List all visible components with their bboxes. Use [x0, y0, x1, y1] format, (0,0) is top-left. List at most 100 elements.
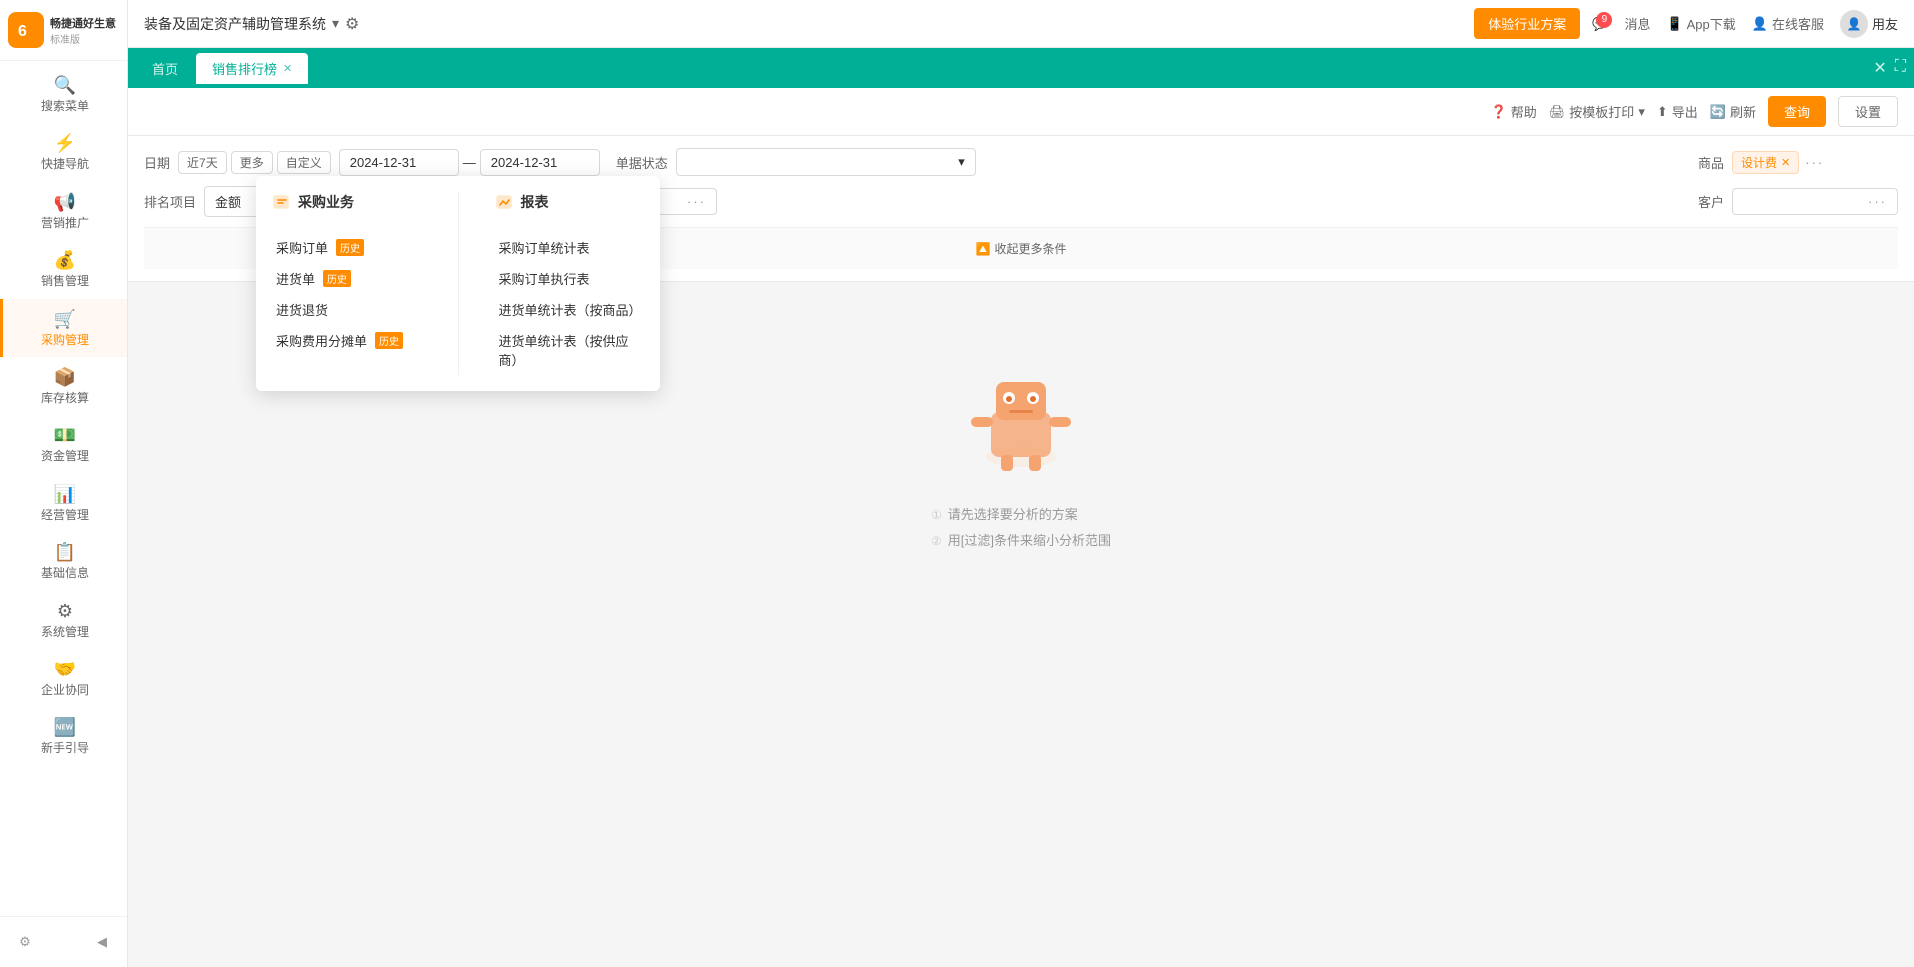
- purchase-order-history-tag: 历史: [336, 239, 364, 256]
- tab-home-label: 首页: [152, 59, 178, 78]
- sidebar-item-guide[interactable]: 🆕 新手引导: [0, 707, 127, 765]
- system-icon: ⚙: [57, 601, 73, 622]
- operation-label: 经营管理: [41, 508, 89, 522]
- menu-purchase-order[interactable]: 采购订单 历史: [272, 232, 422, 263]
- goods-tag-text: 设计费: [1741, 154, 1777, 171]
- purchase-label: 采购管理: [41, 333, 89, 347]
- service-icon: 👤: [1752, 16, 1768, 32]
- tab-sales-rank[interactable]: 销售排行榜 ✕: [196, 53, 308, 84]
- menu-purchase-order-exec[interactable]: 采购订单执行表: [495, 263, 645, 294]
- help-icon: ❓: [1491, 104, 1507, 120]
- empty-hint-1: ① 请先选择要分析的方案: [931, 502, 1111, 528]
- goods-more[interactable]: ···: [1805, 155, 1824, 170]
- menu-inbound[interactable]: 进货单 历史: [272, 263, 422, 294]
- finance-icon: 💵: [54, 425, 76, 446]
- industry-btn[interactable]: 体验行业方案: [1474, 8, 1580, 39]
- collapse-label: 收起更多条件: [994, 240, 1066, 257]
- sidebar-item-operation[interactable]: 📊 经营管理: [0, 474, 127, 532]
- sidebar-item-quick-nav[interactable]: ⚡ 快捷导航: [0, 123, 127, 181]
- sidebar-item-finance[interactable]: 💵 资金管理: [0, 415, 127, 473]
- shortcut-more[interactable]: 更多: [231, 151, 273, 174]
- date-start-input[interactable]: [339, 149, 459, 176]
- guide-icon: 🆕: [54, 717, 76, 738]
- basic-label: 基础信息: [41, 566, 89, 580]
- sidebar-settings-btn[interactable]: ⚙: [10, 927, 40, 957]
- system-label: 系统管理: [41, 625, 89, 639]
- quick-nav-icon: ⚡: [54, 133, 76, 154]
- dropdown-divider: [458, 192, 459, 375]
- marketing-label: 营销推广: [41, 216, 89, 230]
- date-end-input[interactable]: [480, 149, 600, 176]
- menu-purchase-order-stats-label: 采购订单统计表: [499, 238, 590, 257]
- menu-inbound-by-goods[interactable]: 进货单统计表（按商品）: [495, 294, 645, 325]
- search-icon: 🔍: [54, 75, 76, 96]
- purchase-icon: 🛒: [54, 309, 76, 330]
- shortcut-7days[interactable]: 近7天: [178, 151, 227, 174]
- customer-more[interactable]: ···: [1868, 194, 1887, 209]
- filter-status-label: 单据状态: [616, 153, 668, 172]
- collapse-btn[interactable]: 🔼 收起更多条件: [970, 234, 1073, 263]
- inventory-label: 库存核算: [41, 391, 89, 405]
- quick-nav-label: 快捷导航: [41, 157, 89, 171]
- sidebar-item-inventory[interactable]: 📦 库存核算: [0, 357, 127, 415]
- user-name: 用友: [1872, 14, 1898, 33]
- query-btn[interactable]: 查询: [1768, 96, 1826, 127]
- logo-badge: 标准版: [50, 31, 116, 46]
- print-icon: 🖨: [1549, 104, 1566, 120]
- guide-label: 新手引导: [41, 741, 89, 755]
- header-right: 💬 9 消息 📱 App下载 👤 在线客服 👤 用友: [1592, 10, 1898, 38]
- logo-main-text: 畅捷通好生意: [50, 15, 116, 31]
- tab-close-action[interactable]: ✕: [1873, 58, 1886, 78]
- sales-icon: 💰: [54, 250, 76, 271]
- date-shortcuts: 近7天 更多 自定义: [178, 151, 331, 174]
- menu-purchase-expense[interactable]: 采购费用分摊单 历史: [272, 325, 422, 356]
- filter-status-item: 单据状态 ▾: [616, 148, 1682, 176]
- app-download-btn[interactable]: 📱 App下载: [1666, 14, 1735, 33]
- filter-rank-value: 金额: [215, 192, 241, 211]
- menu-purchase-order-label: 采购订单: [276, 238, 328, 257]
- shortcut-custom[interactable]: 自定义: [277, 151, 331, 174]
- menu-purchase-order-stats[interactable]: 采购订单统计表: [495, 232, 645, 263]
- sidebar-item-search[interactable]: 🔍 搜索菜单: [0, 65, 127, 123]
- menu-inbound-by-supplier[interactable]: 进货单统计表（按供应商）: [495, 325, 645, 375]
- sidebar-item-sales[interactable]: 💰 销售管理: [0, 240, 127, 298]
- system-settings-btn[interactable]: ⚙: [345, 14, 359, 34]
- refresh-btn[interactable]: 🔄 刷新: [1710, 102, 1756, 121]
- help-btn[interactable]: ❓ 帮助: [1491, 102, 1537, 121]
- goods-tag-close[interactable]: ✕: [1781, 156, 1790, 169]
- search-label: 搜索菜单: [41, 99, 89, 113]
- export-btn[interactable]: ⬆ 导出: [1657, 102, 1698, 121]
- user-area[interactable]: 👤 用友: [1840, 10, 1898, 38]
- settings-btn[interactable]: 设置: [1838, 96, 1898, 127]
- user-avatar: 👤: [1840, 10, 1868, 38]
- sidebar-item-enterprise[interactable]: 🤝 企业协同: [0, 649, 127, 707]
- filter-customer-input[interactable]: ···: [1732, 188, 1898, 215]
- purchase-dropdown-menu: 采购业务 采购订单 历史 进货单 历史 进货退货 采购费用分摊单: [256, 176, 660, 391]
- report-section-title: 报表: [521, 192, 549, 212]
- sidebar-item-system[interactable]: ⚙ 系统管理: [0, 591, 127, 649]
- date-separator: —: [463, 155, 476, 170]
- system-title: 装备及固定资产辅助管理系统 ▾ ⚙: [144, 14, 1462, 34]
- tab-sales-rank-close[interactable]: ✕: [283, 62, 292, 75]
- filter-rank-label: 排名项目: [144, 192, 196, 211]
- salesperson-more[interactable]: ···: [687, 194, 706, 209]
- menu-return[interactable]: 进货退货: [272, 294, 422, 325]
- tab-home[interactable]: 首页: [136, 53, 194, 84]
- tab-expand-action[interactable]: ⛶: [1895, 58, 1906, 78]
- sidebar-item-marketing[interactable]: 📢 营销推广: [0, 182, 127, 240]
- print-btn[interactable]: 🖨 按模板打印 ▾: [1549, 102, 1645, 121]
- sidebar-item-purchase[interactable]: 🛒 采购管理: [0, 299, 127, 357]
- report-section: 报表 采购订单统计表 采购订单执行表 进货单统计表（按商品） 进货单统计表（按供…: [495, 192, 645, 375]
- sidebar: 6 畅捷通好生意 标准版 🔍 搜索菜单 ⚡ 快捷导航 📢 营销推广 💰 销售管理…: [0, 0, 128, 967]
- filter-status-input[interactable]: ▾: [676, 148, 976, 176]
- main-content: 装备及固定资产辅助管理系统 ▾ ⚙ 体验行业方案 💬 9 消息 📱 App下载 …: [128, 0, 1914, 967]
- filter-customer-item: 客户 ···: [1698, 188, 1898, 215]
- online-service-btn[interactable]: 👤 在线客服: [1752, 14, 1824, 33]
- export-icon: ⬆: [1657, 104, 1668, 120]
- sidebar-item-basic[interactable]: 📋 基础信息: [0, 532, 127, 590]
- top-header: 装备及固定资产辅助管理系统 ▾ ⚙ 体验行业方案 💬 9 消息 📱 App下载 …: [128, 0, 1914, 48]
- system-title-dropdown[interactable]: ▾: [332, 15, 339, 32]
- notification-btn[interactable]: 💬 9: [1592, 16, 1608, 32]
- sidebar-collapse-btn[interactable]: ◀: [87, 927, 117, 957]
- purchase-section: 采购业务 采购订单 历史 进货单 历史 进货退货 采购费用分摊单: [272, 192, 422, 375]
